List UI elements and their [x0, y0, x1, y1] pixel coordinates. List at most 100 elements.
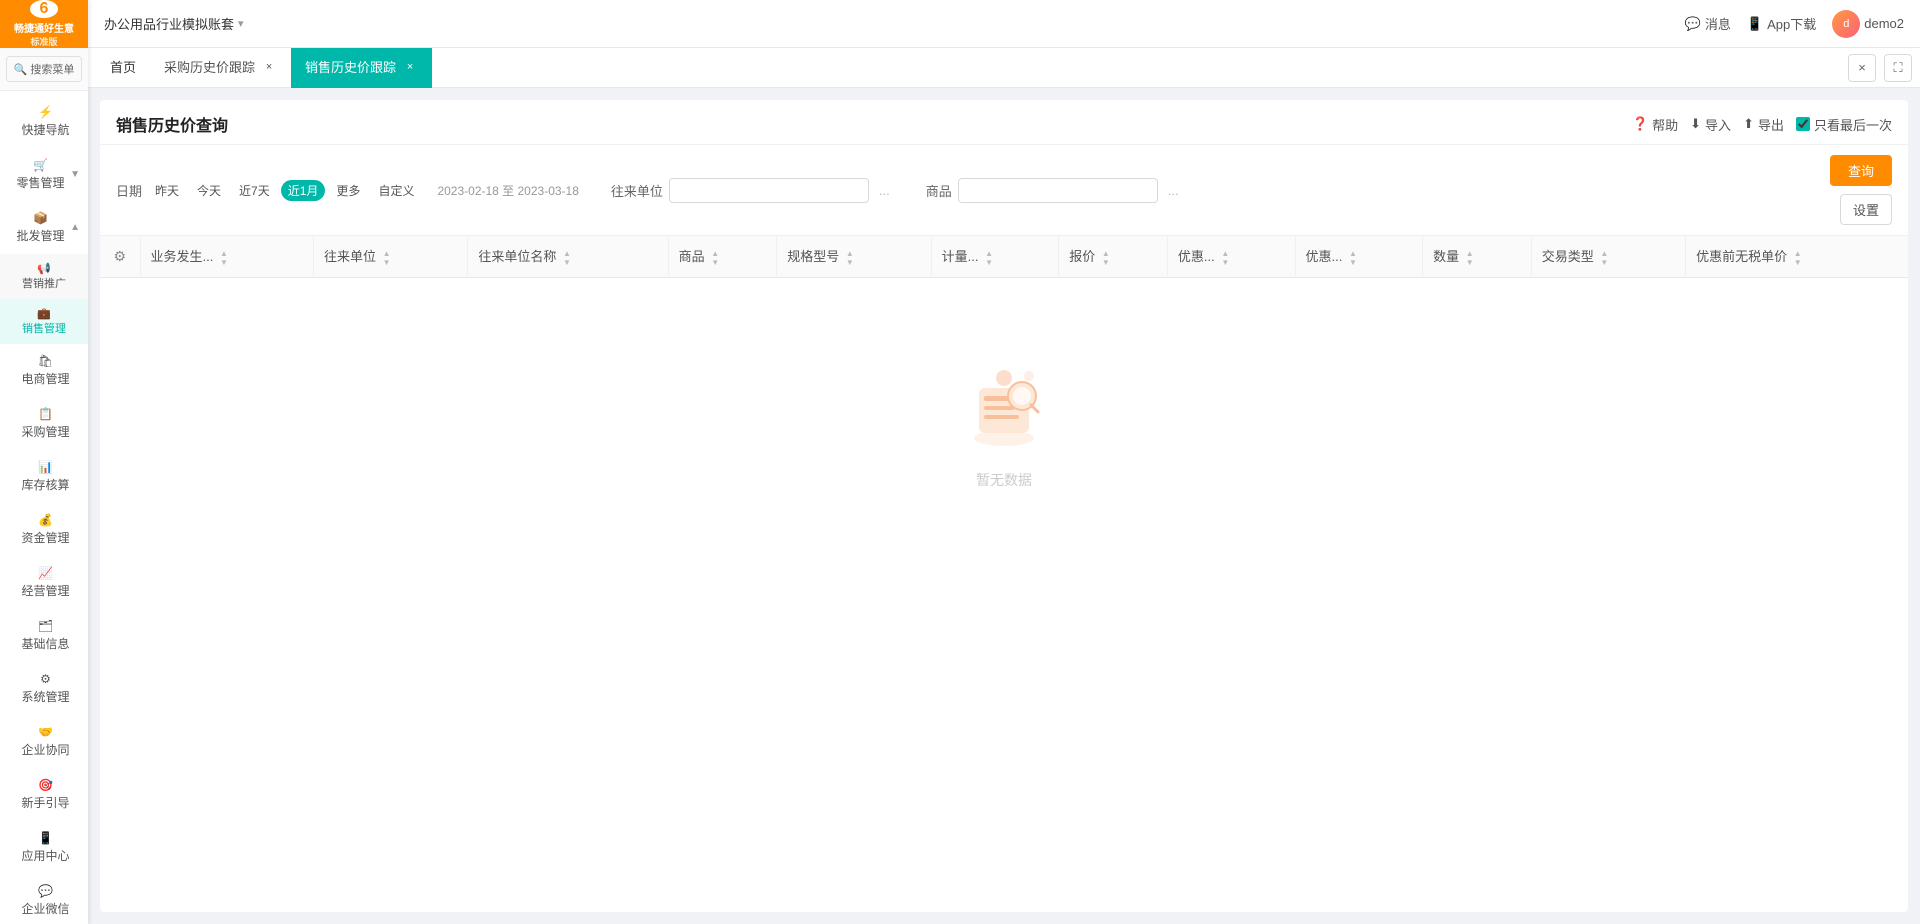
empty-state: 暂无数据: [100, 278, 1908, 570]
sidebar-item-purchase[interactable]: 📋 采购管理: [0, 397, 88, 450]
message-btn[interactable]: 💬 消息: [1685, 14, 1731, 33]
counterpart-dots[interactable]: ...: [875, 183, 894, 198]
th-trade-type[interactable]: 交易类型 ▲▼: [1531, 236, 1685, 277]
th-gear[interactable]: ⚙: [100, 236, 140, 277]
logo-sub: 标准版: [30, 35, 57, 48]
sidebar-search-area: 🔍 搜索菜单: [0, 48, 88, 91]
quick-nav-icon: ⚡: [38, 105, 53, 119]
date-options: 昨天 今天 近7天 近1月 更多 自定义: [148, 180, 421, 201]
date-range-display: 2023-02-18 至 2023-03-18: [433, 182, 578, 199]
fullscreen-btn[interactable]: ⛶: [1884, 54, 1912, 82]
th-biz-date[interactable]: 业务发生... ▲▼: [140, 236, 314, 277]
sort-arrows-unit: ▲▼: [985, 249, 993, 267]
sidebar-item-cooperation[interactable]: 🤝 企业协同: [0, 715, 88, 768]
wholesale-label: 批发管理: [17, 227, 65, 244]
goods-dots[interactable]: ...: [1164, 183, 1183, 198]
th-counterpart-code-label: 往来单位: [324, 249, 376, 264]
sidebar-item-wholesale[interactable]: 📦 批发管理 ▲: [0, 201, 88, 254]
th-price[interactable]: 报价 ▲▼: [1059, 236, 1168, 277]
guide-label: 新手引导: [21, 794, 69, 811]
tab-home[interactable]: 首页: [96, 48, 150, 88]
help-btn[interactable]: ❓ 帮助: [1632, 115, 1678, 134]
app-download-label: App下载: [1767, 14, 1816, 33]
only-last-checkbox[interactable]: [1796, 117, 1810, 131]
sidebar-item-retail[interactable]: 🛒 零售管理 ▼: [0, 148, 88, 201]
main-area: 办公用品行业模拟账套 ▾ 💬 消息 📱 App下载 d demo2 首页: [88, 0, 1920, 924]
logo-icon: 6: [30, 0, 58, 18]
tab-sales-history-close[interactable]: ×: [402, 59, 418, 75]
sidebar-item-operations[interactable]: 📈 经营管理: [0, 556, 88, 609]
tab-purchase-history-close[interactable]: ×: [261, 59, 277, 75]
close-all-tabs-btn[interactable]: ×: [1848, 54, 1876, 82]
sidebar-item-basic-info[interactable]: 🗂 基础信息: [0, 609, 88, 662]
cooperation-icon: 🤝: [38, 725, 53, 739]
tab-purchase-history-label: 采购历史价跟踪: [164, 57, 255, 76]
tab-sales-history-label: 销售历史价跟踪: [305, 57, 396, 76]
th-spec[interactable]: 规格型号 ▲▼: [777, 236, 931, 277]
th-counterpart-code[interactable]: 往来单位 ▲▼: [314, 236, 468, 277]
company-selector[interactable]: 办公用品行业模拟账套 ▾: [104, 14, 244, 33]
system-icon: ⚙: [40, 672, 51, 686]
download-icon: 📱: [1747, 16, 1763, 32]
sidebar-item-quick-nav[interactable]: ⚡ 快捷导航: [0, 95, 88, 148]
tab-sales-history[interactable]: 销售历史价跟踪 ×: [291, 48, 432, 88]
date-opt-more[interactable]: 更多: [329, 180, 367, 201]
sales-icon: 💼: [37, 307, 51, 320]
sort-arrows-price: ▲▼: [1102, 249, 1110, 267]
filter-bar: 日期 昨天 今天 近7天 近1月 更多 自定义 2023-02-18 至 202…: [100, 145, 1908, 236]
ecommerce-icon: 🛍: [38, 354, 53, 368]
sort-arrows-biz-date: ▲▼: [220, 249, 228, 267]
date-opt-last1m[interactable]: 近1月: [281, 180, 326, 201]
fullscreen-icon: ⛶: [1893, 60, 1902, 76]
sort-arrows-goods: ▲▼: [711, 249, 719, 267]
page-content: 销售历史价查询 ❓ 帮助 ⬇ 导入 ⬆ 导出: [88, 88, 1920, 924]
th-discount1[interactable]: 优惠... ▲▼: [1167, 236, 1295, 277]
counterpart-input[interactable]: [669, 178, 869, 203]
sidebar-item-finance[interactable]: 💰 资金管理: [0, 503, 88, 556]
tabbar-actions: × ⛶: [1848, 54, 1912, 82]
th-unit[interactable]: 计量... ▲▼: [931, 236, 1059, 277]
empty-illustration: [954, 358, 1054, 458]
filter-settings-btn[interactable]: 设置: [1840, 194, 1892, 225]
sidebar-item-app-center[interactable]: 📱 应用中心: [0, 821, 88, 874]
app-download-btn[interactable]: 📱 App下载: [1747, 14, 1816, 33]
import-btn[interactable]: ⬇ 导入: [1690, 115, 1731, 134]
retail-arrow: ▼: [70, 169, 80, 180]
search-btn[interactable]: 查询: [1830, 155, 1892, 186]
th-counterpart-name[interactable]: 往来单位名称 ▲▼: [468, 236, 668, 277]
th-discount2[interactable]: 优惠... ▲▼: [1295, 236, 1423, 277]
topbar-left: 办公用品行业模拟账套 ▾: [104, 14, 244, 33]
marketing-label: 营销推广: [22, 275, 66, 291]
th-quantity[interactable]: 数量 ▲▼: [1423, 236, 1532, 277]
th-pretax-price[interactable]: 优惠前无税单价 ▲▼: [1686, 236, 1908, 277]
sidebar-sub-item-marketing[interactable]: 📢 营销推广: [0, 254, 88, 299]
goods-input[interactable]: [958, 178, 1158, 203]
operations-icon: 📈: [38, 566, 53, 580]
system-label: 系统管理: [21, 688, 69, 705]
date-opt-last7[interactable]: 近7天: [232, 180, 277, 201]
search-menu-button[interactable]: 🔍 搜索菜单: [6, 56, 82, 82]
only-last-checkbox-label[interactable]: 只看最后一次: [1796, 115, 1892, 134]
sidebar-item-ecommerce[interactable]: 🛍 电商管理: [0, 344, 88, 397]
th-goods[interactable]: 商品 ▲▼: [668, 236, 777, 277]
user-profile[interactable]: d demo2: [1832, 10, 1904, 38]
sidebar-sub-item-sales[interactable]: 💼 销售管理: [0, 299, 88, 344]
sidebar-logo[interactable]: 6 畅捷通好生意 标准版: [0, 0, 88, 48]
sidebar-item-system[interactable]: ⚙ 系统管理: [0, 662, 88, 715]
export-btn[interactable]: ⬆ 导出: [1743, 115, 1784, 134]
retail-label: 零售管理: [17, 174, 65, 191]
date-opt-custom[interactable]: 自定义: [371, 180, 421, 201]
th-discount2-label: 优惠...: [1306, 249, 1343, 264]
sort-arrows-discount2: ▲▼: [1349, 249, 1357, 267]
date-opt-today[interactable]: 今天: [190, 180, 228, 201]
sidebar-item-wechat[interactable]: 💬 企业微信: [0, 874, 88, 924]
sidebar-item-inventory[interactable]: 📊 库存核算: [0, 450, 88, 503]
tab-purchase-history[interactable]: 采购历史价跟踪 ×: [150, 48, 291, 88]
message-label: 消息: [1705, 14, 1731, 33]
basic-info-label: 基础信息: [21, 635, 69, 652]
table-gear-icon[interactable]: ⚙: [113, 248, 126, 264]
logo-text: 畅捷通好生意: [14, 20, 74, 35]
data-table: ⚙ 业务发生... ▲▼ 往来单位 ▲▼ 往来单位名称: [100, 236, 1908, 278]
sidebar-item-guide[interactable]: 🎯 新手引导: [0, 768, 88, 821]
date-opt-yesterday[interactable]: 昨天: [148, 180, 186, 201]
